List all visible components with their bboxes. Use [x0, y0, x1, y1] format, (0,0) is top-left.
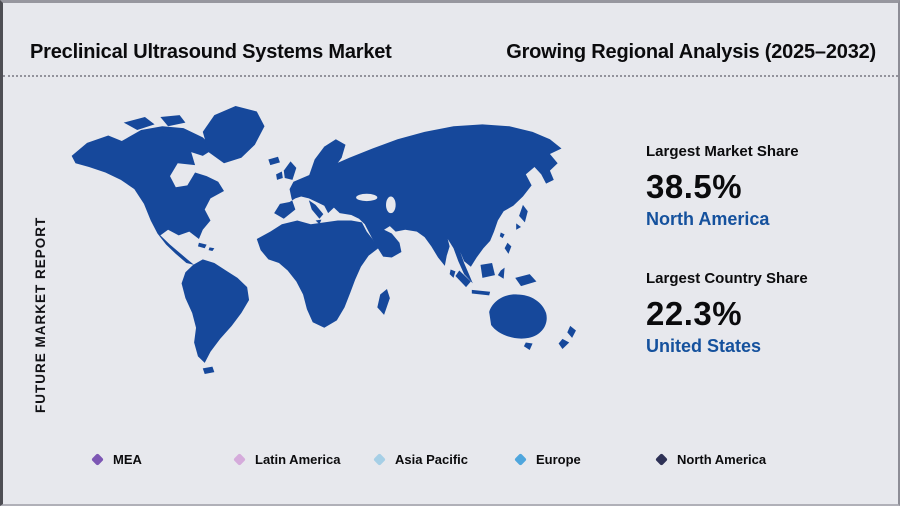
brand-watermark: FUTURE MARKET REPORT [33, 216, 48, 413]
stat-market-share: Largest Market Share 38.5% North America [646, 143, 886, 230]
diamond-icon [233, 452, 246, 466]
legend-item-asia-pacific: Asia Pacific [373, 449, 468, 469]
world-map [62, 93, 602, 398]
world-map-svg [71, 105, 576, 374]
legend-label: Europe [536, 451, 581, 467]
dotted-divider [3, 75, 898, 77]
stat-value: 38.5% [646, 168, 743, 205]
stat-region: North America [646, 209, 770, 229]
legend-label: Latin America [255, 451, 341, 467]
stats-panel: Largest Market Share 38.5% North America… [646, 143, 886, 357]
diamond-icon [373, 452, 386, 466]
legend: MEA Latin America Asia Pacific Europe No… [3, 449, 898, 471]
infographic-frame: Preclinical Ultrasound Systems Market Gr… [0, 0, 900, 506]
legend-label: Asia Pacific [395, 451, 468, 467]
page-subtitle: Growing Regional Analysis (2025–2032) [506, 41, 876, 63]
stat-label: Largest Market Share [646, 143, 799, 160]
map-landmasses [71, 105, 576, 374]
diamond-icon [91, 452, 104, 466]
stat-value: 22.3% [646, 295, 743, 332]
diamond-icon [655, 452, 668, 466]
stat-region: United States [646, 336, 762, 356]
legend-item-north-america: North America [655, 449, 767, 469]
legend-item-latin-america: Latin America [233, 449, 341, 469]
legend-label: MEA [113, 451, 142, 467]
legend-item-mea: MEA [91, 449, 142, 469]
legend-label: North America [677, 451, 767, 467]
diamond-icon [514, 452, 527, 466]
page-title: Preclinical Ultrasound Systems Market [30, 41, 392, 63]
header: Preclinical Ultrasound Systems Market Gr… [30, 41, 876, 64]
stat-country-share: Largest Country Share 22.3% United State… [646, 270, 886, 357]
legend-item-europe: Europe [514, 449, 581, 469]
stat-label: Largest Country Share [646, 270, 808, 287]
